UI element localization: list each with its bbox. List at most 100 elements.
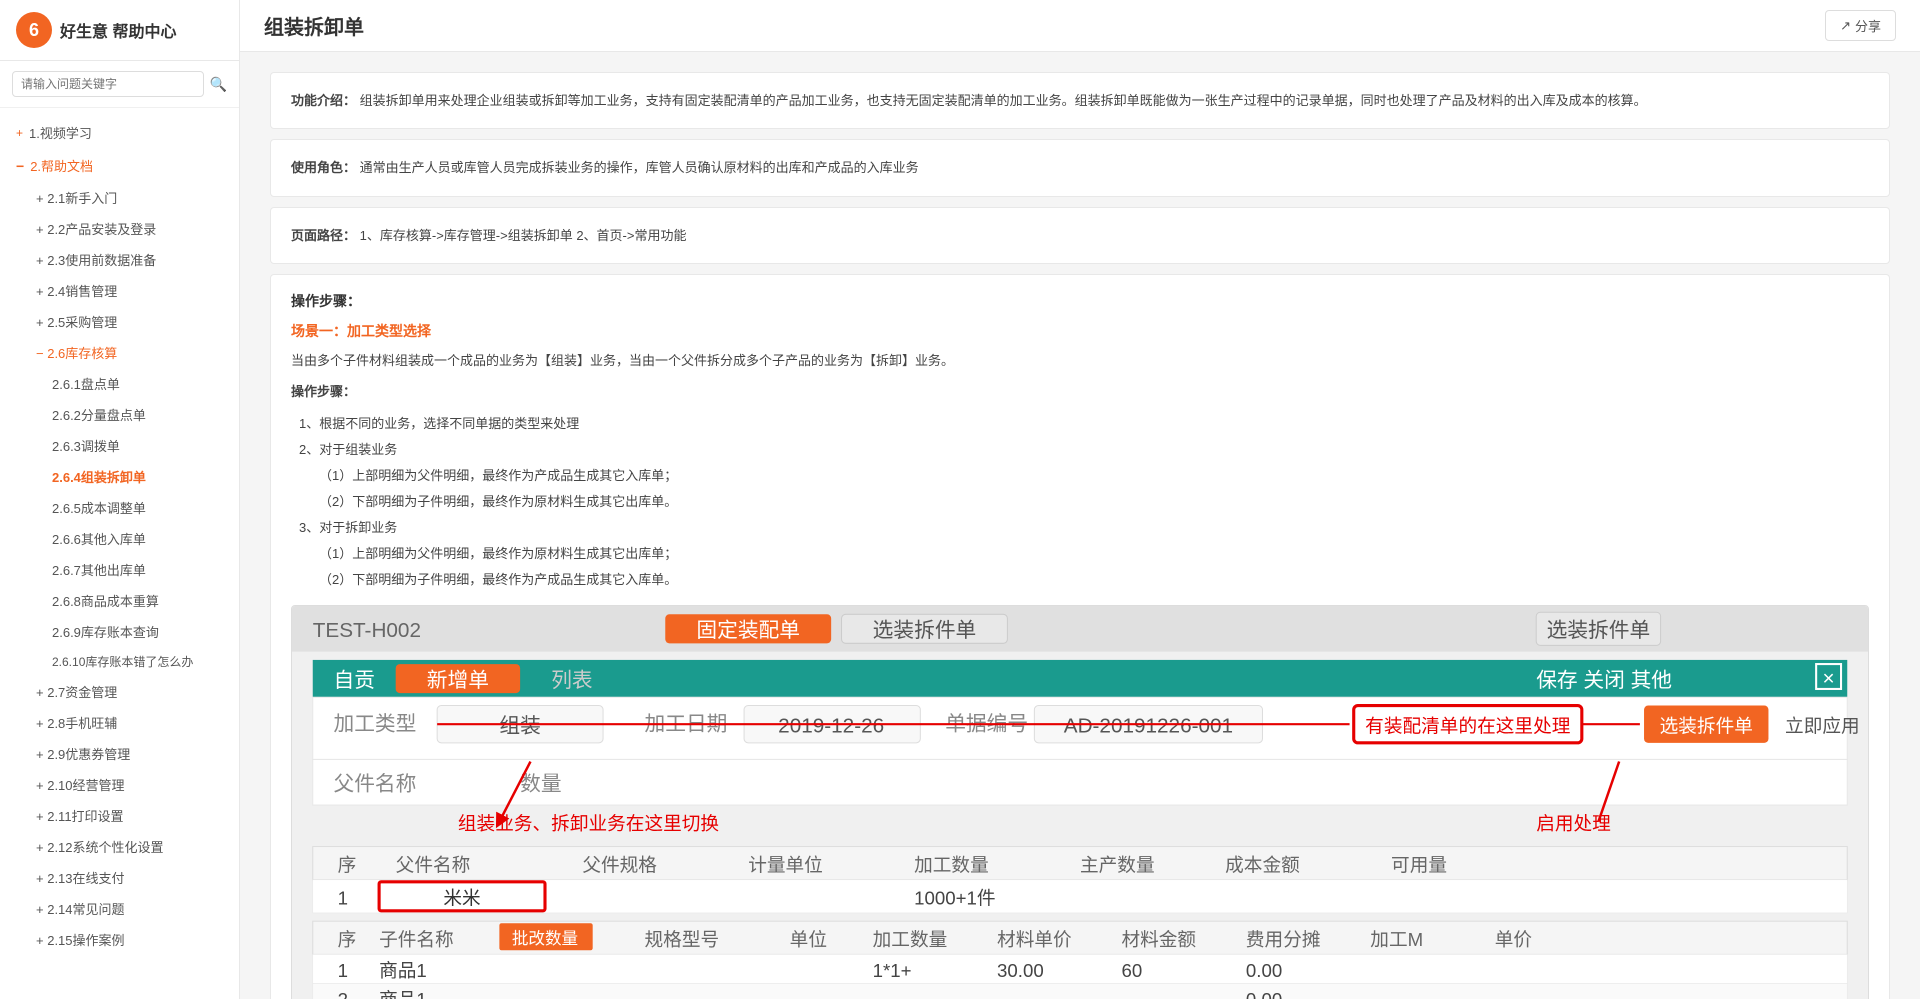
role-card: 使用角色： 通常由生产人员或库管人员完成拆装业务的操作，库管人员确认原材料的出库… [270, 139, 1890, 196]
top-bar: 组装拆卸单 ↗ 分享 [240, 0, 1920, 52]
step1: 1、根据不同的业务，选择不同单据的类型来处理 [291, 411, 1869, 437]
sidebar-item-finance[interactable]: + 2.7资金管理 [0, 676, 239, 707]
screenshot-container: TEST-H002 固定装配单 选装拆件单 选装拆件单 自贡 新增单 列表 保存… [291, 605, 1869, 999]
svg-text:1: 1 [338, 960, 348, 981]
share-icon: ↗ [1840, 18, 1851, 34]
svg-text:商品1: 商品1 [379, 960, 427, 981]
svg-text:商品1: 商品1 [379, 989, 427, 999]
svg-text:TEST-H002: TEST-H002 [313, 619, 421, 642]
sidebar-item-videos[interactable]: + 1.视频学习 [0, 116, 239, 149]
search-box: 🔍 [0, 61, 239, 108]
svg-text:30.00: 30.00 [997, 960, 1044, 981]
svg-text:新增单: 新增单 [427, 668, 489, 691]
svg-text:计量单位: 计量单位 [748, 854, 823, 875]
svg-text:单价: 单价 [1495, 929, 1533, 950]
svg-text:批改数量: 批改数量 [512, 929, 578, 948]
sidebar-item-purchase[interactable]: + 2.5采购管理 [0, 306, 239, 337]
path-card: 页面路径： 1、库存核算->库存管理->组装拆卸单 2、首页->常用功能 [270, 207, 1890, 264]
sidebar: 6 好生意 帮助中心 🔍 + 1.视频学习 − 2.帮助文档 + 2.1新手入门… [0, 0, 240, 999]
svg-text:选装拆件单: 选装拆件单 [1547, 619, 1651, 642]
sidebar-item-sales[interactable]: + 2.4销售管理 [0, 275, 239, 306]
svg-text:子件名称: 子件名称 [379, 929, 454, 950]
search-input[interactable] [12, 71, 204, 97]
nav-tree: + 1.视频学习 − 2.帮助文档 + 2.1新手入门 + 2.2产品安装及登录… [0, 108, 239, 999]
step3: 3、对于拆卸业务 [291, 515, 1869, 541]
svg-text:主产数量: 主产数量 [1080, 854, 1155, 875]
svg-text:材料金额: 材料金额 [1121, 929, 1196, 950]
sidebar-item-payment[interactable]: + 2.13在线支付 [0, 862, 239, 893]
share-button[interactable]: ↗ 分享 [1825, 10, 1896, 41]
svg-text:可用量: 可用量 [1391, 854, 1447, 875]
steps-section: 操作步骤： 场景一：加工类型选择 当由多个子件材料组装成一个成品的业务为【组装】… [270, 274, 1890, 999]
sidebar-item-print[interactable]: + 2.11打印设置 [0, 800, 239, 831]
svg-text:父件名称: 父件名称 [333, 772, 416, 795]
sidebar-item-inv-error[interactable]: 2.6.10库存账本错了怎么办 [0, 647, 239, 676]
sidebar-item-inv-cost[interactable]: 2.6.5成本调整单 [0, 492, 239, 523]
svg-text:列表: 列表 [551, 668, 593, 691]
svg-text:立即应用: 立即应用 [1785, 715, 1860, 736]
svg-text:60: 60 [1121, 960, 1142, 981]
sidebar-header: 6 好生意 帮助中心 [0, 0, 239, 61]
step3b: （2）下部明细为子件明细，最终作为产成品生成其它入库单。 [291, 567, 1869, 593]
intro-label: 功能介绍： [291, 93, 356, 108]
content-area: 功能介绍： 组装拆卸单用来处理企业组装或拆卸等加工业务，支持有固定装配清单的产品… [240, 52, 1920, 999]
app-title: 好生意 帮助中心 [60, 18, 176, 42]
sidebar-item-coupon[interactable]: + 2.9优惠券管理 [0, 738, 239, 769]
svg-text:0.00: 0.00 [1246, 989, 1282, 999]
intro-text: 组装拆卸单用来处理企业组装或拆卸等加工业务，支持有固定装配清单的产品加工业务，也… [360, 93, 1647, 108]
step2a: （1）上部明细为父件明细，最终作为产成品生成其它入库单； [291, 463, 1869, 489]
steps-list: 1、根据不同的业务，选择不同单据的类型来处理 2、对于组装业务 （1）上部明细为… [291, 411, 1869, 593]
main-area: 组装拆卸单 ↗ 分享 功能介绍： 组装拆卸单用来处理企业组装或拆卸等加工业务，支… [240, 0, 1920, 999]
svg-text:自贡: 自贡 [333, 668, 374, 691]
screenshot-svg: TEST-H002 固定装配单 选装拆件单 选装拆件单 自贡 新增单 列表 保存… [292, 606, 1868, 999]
svg-text:数量: 数量 [520, 772, 561, 795]
sidebar-item-inv-adjust[interactable]: 2.6.3调拨单 [0, 430, 239, 461]
steps-main-title: 操作步骤： [291, 291, 1869, 311]
logo-icon: 6 [16, 12, 52, 48]
sidebar-item-install[interactable]: + 2.2产品安装及登录 [0, 213, 239, 244]
svg-text:加工类型: 加工类型 [333, 712, 416, 735]
svg-text:选装拆件单: 选装拆件单 [873, 619, 977, 642]
sidebar-item-inv-count[interactable]: 2.6.1盘点单 [0, 368, 239, 399]
scene-desc: 当由多个子件材料组装成一个成品的业务为【组装】业务，当由一个父件拆分成多个子产品… [291, 349, 1869, 374]
sidebar-item-faq[interactable]: + 2.14常见问题 [0, 893, 239, 924]
sidebar-item-personalize[interactable]: + 2.12系统个性化设置 [0, 831, 239, 862]
sidebar-item-inv-split[interactable]: 2.6.2分量盘点单 [0, 399, 239, 430]
sidebar-item-inventory[interactable]: − 2.6库存核算 [0, 337, 239, 368]
svg-text:米米: 米米 [443, 887, 481, 908]
path-text: 1、库存核算->库存管理->组装拆卸单 2、首页->常用功能 [360, 228, 687, 243]
svg-text:成本金额: 成本金额 [1225, 854, 1300, 875]
search-icon[interactable]: 🔍 [210, 76, 227, 93]
svg-text:序: 序 [338, 929, 357, 950]
svg-text:2019-12-26: 2019-12-26 [778, 714, 884, 737]
role-label: 使用角色： [291, 160, 356, 175]
svg-text:父件名称: 父件名称 [396, 854, 471, 875]
svg-text:保存 关闭 其他: 保存 关闭 其他 [1536, 668, 1672, 691]
sidebar-item-inv-query[interactable]: 2.6.9库存账本查询 [0, 616, 239, 647]
svg-text:加工数量: 加工数量 [914, 854, 989, 875]
page-title: 组装拆卸单 [264, 11, 364, 40]
sidebar-item-docs[interactable]: − 2.帮助文档 [0, 149, 239, 182]
sidebar-item-cases[interactable]: + 2.15操作案例 [0, 924, 239, 955]
svg-text:序: 序 [338, 854, 357, 875]
svg-text:1*1+: 1*1+ [873, 960, 912, 981]
sidebar-item-inv-cost2[interactable]: 2.6.8商品成本重算 [0, 585, 239, 616]
sidebar-item-inv-assembly[interactable]: 2.6.4组装拆卸单 [0, 461, 239, 492]
sidebar-item-inv-out[interactable]: 2.6.7其他出库单 [0, 554, 239, 585]
sidebar-item-ops[interactable]: + 2.10经营管理 [0, 769, 239, 800]
sidebar-item-newcomer[interactable]: + 2.1新手入门 [0, 182, 239, 213]
svg-text:加工数量: 加工数量 [873, 929, 948, 950]
sidebar-item-prepare[interactable]: + 2.3使用前数据准备 [0, 244, 239, 275]
svg-text:AD-20191226-001: AD-20191226-001 [1064, 714, 1233, 737]
svg-text:0.00: 0.00 [1246, 960, 1282, 981]
svg-text:1000+1件: 1000+1件 [914, 887, 995, 908]
svg-text:×: × [1823, 666, 1835, 689]
role-text: 通常由生产人员或库管人员完成拆装业务的操作，库管人员确认原材料的出库和产成品的入… [360, 160, 919, 175]
sidebar-item-inv-in[interactable]: 2.6.6其他入库单 [0, 523, 239, 554]
svg-text:2: 2 [338, 989, 348, 999]
path-label: 页面路径： [291, 228, 356, 243]
sidebar-item-mobile[interactable]: + 2.8手机旺辅 [0, 707, 239, 738]
svg-text:组装业务、拆卸业务在这里切换: 组装业务、拆卸业务在这里切换 [458, 813, 720, 834]
svg-text:1: 1 [338, 887, 348, 908]
svg-text:费用分摊: 费用分摊 [1246, 929, 1321, 950]
